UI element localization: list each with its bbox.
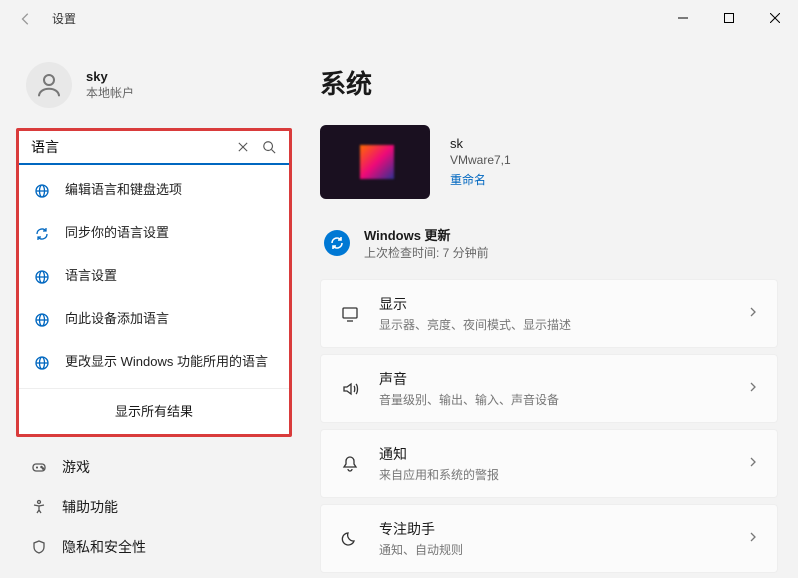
sync-icon <box>33 225 51 243</box>
card-sound[interactable]: 声音 音量级别、输出、输入、声音设备 <box>320 354 778 423</box>
language-icon <box>33 268 51 286</box>
show-all-results[interactable]: 显示所有结果 <box>19 388 289 434</box>
search-panel: 编辑语言和键盘选项 同步你的语言设置 语言设置 向此设备添加语言 更改显示 Wi… <box>16 128 292 437</box>
search-suggestions: 编辑语言和键盘选项 同步你的语言设置 语言设置 向此设备添加语言 更改显示 Wi… <box>19 165 289 388</box>
display-icon <box>339 303 361 325</box>
close-button[interactable] <box>752 2 798 34</box>
chevron-right-icon <box>747 531 759 546</box>
card-display[interactable]: 显示 显示器、亮度、夜间模式、显示描述 <box>320 279 778 348</box>
minimize-button[interactable] <box>660 2 706 34</box>
card-subtitle: 音量级别、输出、输入、声音设备 <box>379 391 747 408</box>
suggestion-change-display-language[interactable]: 更改显示 Windows 功能所用的语言 <box>19 341 289 384</box>
sidebar-item-label: 游戏 <box>62 457 90 477</box>
accessibility-icon <box>30 498 48 516</box>
card-title: 声音 <box>379 369 747 389</box>
suggestion-sync-language[interactable]: 同步你的语言设置 <box>19 212 289 255</box>
update-subtitle: 上次检查时间: 7 分钟前 <box>364 244 489 261</box>
search-field[interactable] <box>19 131 289 165</box>
windows-update-row[interactable]: Windows 更新 上次检查时间: 7 分钟前 <box>320 221 778 279</box>
sidebar-item-privacy[interactable]: 隐私和安全性 <box>16 527 292 567</box>
app-title: 设置 <box>52 10 76 27</box>
update-title: Windows 更新 <box>364 225 489 244</box>
chevron-right-icon <box>747 456 759 471</box>
suggestion-language-settings[interactable]: 语言设置 <box>19 255 289 298</box>
device-model: VMware7,1 <box>450 153 511 167</box>
bell-icon <box>339 453 361 475</box>
sidebar-item-label: 辅助功能 <box>62 497 118 517</box>
language-icon <box>33 182 51 200</box>
user-block[interactable]: sky 本地帐户 <box>16 52 292 128</box>
card-focus-assist[interactable]: 专注助手 通知、自动规则 <box>320 504 778 573</box>
shield-icon <box>30 538 48 556</box>
card-subtitle: 通知、自动规则 <box>379 541 747 558</box>
page-title: 系统 <box>320 64 778 101</box>
card-notifications[interactable]: 通知 来自应用和系统的警报 <box>320 429 778 498</box>
device-name: sk <box>450 136 511 151</box>
user-name: sky <box>86 69 134 84</box>
update-icon <box>324 230 350 256</box>
card-subtitle: 来自应用和系统的警报 <box>379 466 747 483</box>
card-subtitle: 显示器、亮度、夜间模式、显示描述 <box>379 316 747 333</box>
chevron-right-icon <box>747 306 759 321</box>
titlebar: 设置 <box>0 0 798 36</box>
gamepad-icon <box>30 458 48 476</box>
card-title: 显示 <box>379 294 747 314</box>
chevron-right-icon <box>747 381 759 396</box>
sidebar-item-gaming[interactable]: 游戏 <box>16 447 292 487</box>
user-account-type: 本地帐户 <box>86 84 134 101</box>
suggestion-label: 编辑语言和键盘选项 <box>65 181 182 199</box>
card-title: 通知 <box>379 444 747 464</box>
suggestion-label: 同步你的语言设置 <box>65 224 169 242</box>
sidebar: sky 本地帐户 编辑语言和键盘选项 <box>0 36 300 578</box>
device-thumbnail <box>320 125 430 199</box>
language-icon <box>33 354 51 372</box>
language-add-icon <box>33 311 51 329</box>
avatar <box>26 62 72 108</box>
suggestion-edit-language-keyboard[interactable]: 编辑语言和键盘选项 <box>19 169 289 212</box>
maximize-button[interactable] <box>706 2 752 34</box>
clear-search-button[interactable] <box>233 137 253 157</box>
moon-icon <box>339 528 361 550</box>
sidebar-item-label: 隐私和安全性 <box>62 537 146 557</box>
suggestion-label: 向此设备添加语言 <box>65 310 169 328</box>
sound-icon <box>339 378 361 400</box>
suggestion-add-language[interactable]: 向此设备添加语言 <box>19 298 289 341</box>
card-title: 专注助手 <box>379 519 747 539</box>
main-content: 系统 sk VMware7,1 重命名 Windows 更新 上次检查时间: 7… <box>300 36 798 578</box>
search-icon[interactable] <box>257 135 281 159</box>
device-info: sk VMware7,1 重命名 <box>320 125 778 199</box>
suggestion-label: 语言设置 <box>65 267 117 285</box>
search-input[interactable] <box>31 139 233 155</box>
back-button[interactable] <box>18 11 34 27</box>
suggestion-label: 更改显示 Windows 功能所用的语言 <box>65 353 268 371</box>
rename-link[interactable]: 重命名 <box>450 171 511 188</box>
sidebar-item-accessibility[interactable]: 辅助功能 <box>16 487 292 527</box>
